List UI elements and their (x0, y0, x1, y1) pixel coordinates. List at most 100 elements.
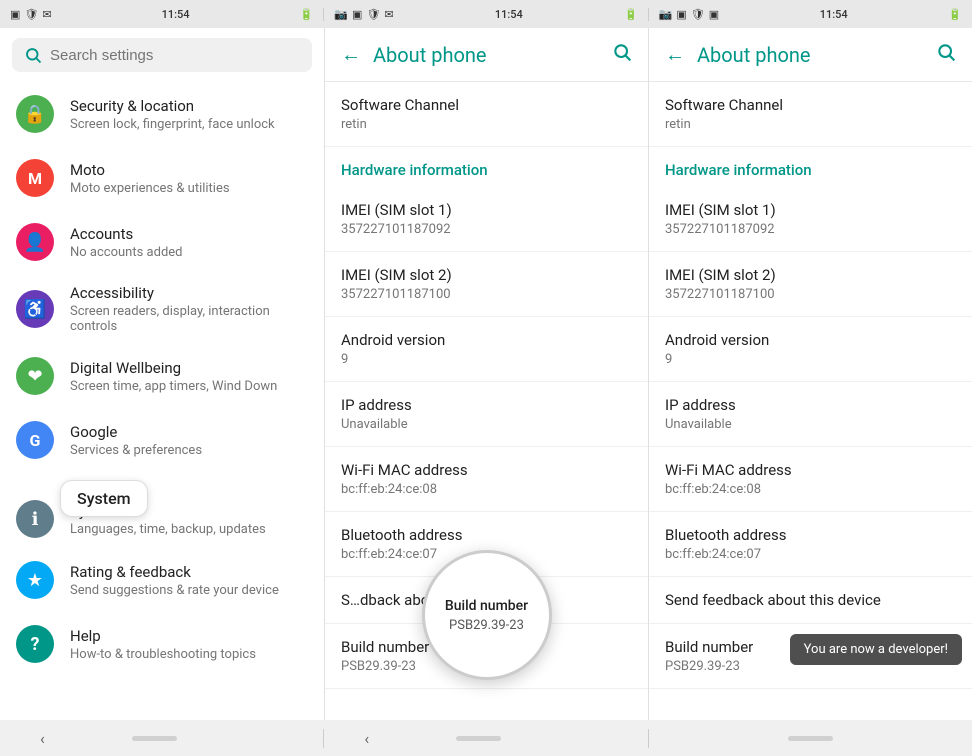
nav-back-2[interactable]: ‹ (364, 729, 369, 748)
settings-panel: 🔒 Security & location Screen lock, finge… (0, 28, 325, 720)
settings-item-system[interactable]: ℹ System Languages, time, backup, update… (0, 472, 324, 548)
security-subtitle: Screen lock, fingerprint, face unlock (70, 117, 308, 132)
info-bluetooth-2[interactable]: Bluetooth address bc:ff:eb:24:ce:07 (649, 512, 972, 577)
settings-item-rating[interactable]: ★ Rating & feedback Send suggestions & r… (0, 548, 324, 612)
build-circle-value: PSB29.39-23 (449, 618, 524, 633)
info-send-feedback-2[interactable]: Send feedback about this device (649, 577, 972, 624)
status-time-1: 11:54 (162, 8, 190, 21)
panel-search-button-1[interactable] (612, 42, 632, 67)
message-icon-2: ✉ (384, 8, 393, 21)
imei1-label-1: IMEI (SIM slot 1) (341, 201, 632, 219)
info-software-channel-2[interactable]: Software Channel retin (649, 82, 972, 147)
settings-item-security[interactable]: 🔒 Security & location Screen lock, finge… (0, 82, 324, 146)
security-item-text: Security & location Screen lock, fingerp… (70, 97, 308, 132)
info-wifi-mac-2[interactable]: Wi-Fi MAC address bc:ff:eb:24:ce:08 (649, 447, 972, 512)
system-item-wrapper: System ℹ System Languages, time, backup,… (0, 472, 324, 548)
nav-home-2[interactable] (456, 736, 501, 741)
ip-address-value-2: Unavailable (665, 417, 956, 432)
status-time-2: 11:54 (495, 8, 523, 21)
accessibility-title: Accessibility (70, 284, 308, 302)
about-panel-1: ← About phone Software Channel retin Har… (325, 28, 649, 720)
settings-item-accessibility[interactable]: ♿ Accessibility Screen readers, display,… (0, 274, 324, 344)
settings-item-digital-wellbeing[interactable]: ❤ Digital Wellbeing Screen time, app tim… (0, 344, 324, 408)
moto-subtitle: Moto experiences & utilities (70, 181, 308, 196)
nav-home-1[interactable] (132, 736, 177, 741)
settings-item-google[interactable]: G Google Services & preferences (0, 408, 324, 472)
panel-header-1: ← About phone (325, 28, 648, 82)
settings-item-accounts[interactable]: 👤 Accounts No accounts added (0, 210, 324, 274)
info-ip-address-2[interactable]: IP address Unavailable (649, 382, 972, 447)
back-button-2[interactable]: ← (665, 42, 685, 67)
android-version-label-1: Android version (341, 331, 632, 349)
hardware-info-header-1: Hardware information (325, 147, 648, 187)
info-imei1-1[interactable]: IMEI (SIM slot 1) 357227101187092 (325, 187, 648, 252)
bluetooth-value-2: bc:ff:eb:24:ce:07 (665, 547, 956, 562)
rating-item-text: Rating & feedback Send suggestions & rat… (70, 563, 308, 598)
settings-item-help[interactable]: ? Help How-to & troubleshooting topics (0, 612, 324, 676)
info-wifi-mac-1[interactable]: Wi-Fi MAC address bc:ff:eb:24:ce:08 (325, 447, 648, 512)
help-item-text: Help How-to & troubleshooting topics (70, 627, 308, 662)
system-icon-circle: ℹ (16, 500, 54, 538)
imei1-label-2: IMEI (SIM slot 1) (665, 201, 956, 219)
build-number-circle[interactable]: Build number PSB29.39-23 (422, 550, 552, 680)
settings-list: 🔒 Security & location Screen lock, finge… (0, 82, 324, 720)
battery-icon-1: 🔋 (300, 8, 314, 21)
info-imei1-2[interactable]: IMEI (SIM slot 1) 357227101187092 (649, 187, 972, 252)
panel-content-2: Software Channel retin Hardware informat… (649, 82, 972, 720)
google-subtitle: Services & preferences (70, 443, 308, 458)
app-icon-1: ▣ (10, 8, 20, 21)
imei1-value-2: 357227101187092 (665, 222, 956, 237)
settings-item-moto[interactable]: M Moto Moto experiences & utilities (0, 146, 324, 210)
help-icon-circle: ? (16, 625, 54, 663)
panel-title-1: About phone (373, 43, 612, 67)
software-channel-label-2: Software Channel (665, 96, 956, 114)
software-channel-label-1: Software Channel (341, 96, 632, 114)
about-panel-2: ← About phone Software Channel retin Har… (649, 28, 972, 720)
wifi-mac-value-2: bc:ff:eb:24:ce:08 (665, 482, 956, 497)
nav-home-3[interactable] (788, 736, 833, 741)
nav-bar: ‹ ‹ (0, 720, 972, 756)
info-android-version-1[interactable]: Android version 9 (325, 317, 648, 382)
android-version-value-2: 9 (665, 352, 956, 367)
wifi-mac-label-1: Wi-Fi MAC address (341, 461, 632, 479)
search-icon (24, 46, 42, 64)
software-channel-value-2: retin (665, 117, 956, 132)
accessibility-icon-circle: ♿ (16, 290, 54, 328)
wellbeing-title: Digital Wellbeing (70, 359, 308, 377)
back-button-1[interactable]: ← (341, 42, 361, 67)
moto-title: Moto (70, 161, 308, 179)
bluetooth-label-2: Bluetooth address (665, 526, 956, 544)
ip-address-value-1: Unavailable (341, 417, 632, 432)
imei2-label-1: IMEI (SIM slot 2) (341, 266, 632, 284)
battery-icon-2: 🔋 (624, 8, 638, 21)
search-bar-container[interactable] (12, 38, 312, 72)
battery-icon-3: 🔋 (948, 8, 962, 21)
wellbeing-icon-circle: ❤ (16, 357, 54, 395)
main-content: 🔒 Security & location Screen lock, finge… (0, 28, 972, 720)
nav-back-1[interactable]: ‹ (40, 729, 45, 748)
status-segment-3: 📷 ▣ 🛡 ▣ 11:54 🔋 (649, 8, 972, 21)
wellbeing-subtitle: Screen time, app timers, Wind Down (70, 379, 308, 394)
info-ip-address-1[interactable]: IP address Unavailable (325, 382, 648, 447)
system-tooltip: System (60, 480, 148, 517)
android-version-label-2: Android version (665, 331, 956, 349)
imei2-value-1: 357227101187100 (341, 287, 632, 302)
google-title: Google (70, 423, 308, 441)
ip-address-label-2: IP address (665, 396, 956, 414)
status-time-3: 11:54 (820, 8, 848, 21)
info-software-channel-1[interactable]: Software Channel retin (325, 82, 648, 147)
shield-icon-3: 🛡 (691, 8, 705, 21)
hardware-info-header-2: Hardware information (649, 147, 972, 187)
info-imei2-1[interactable]: IMEI (SIM slot 2) 357227101187100 (325, 252, 648, 317)
info-imei2-2[interactable]: IMEI (SIM slot 2) 357227101187100 (649, 252, 972, 317)
search-input[interactable] (50, 47, 300, 64)
info-android-version-2[interactable]: Android version 9 (649, 317, 972, 382)
imei1-value-1: 357227101187092 (341, 222, 632, 237)
build-circle-label: Build number (445, 598, 528, 614)
app-icon-4: ▣ (709, 8, 719, 21)
panel-search-button-2[interactable] (936, 42, 956, 67)
accessibility-item-text: Accessibility Screen readers, display, i… (70, 284, 308, 334)
status-segment-2: 📷 ▣ 🛡 ✉ 11:54 🔋 (324, 8, 648, 21)
accounts-icon-circle: 👤 (16, 223, 54, 261)
imei2-value-2: 357227101187100 (665, 287, 956, 302)
